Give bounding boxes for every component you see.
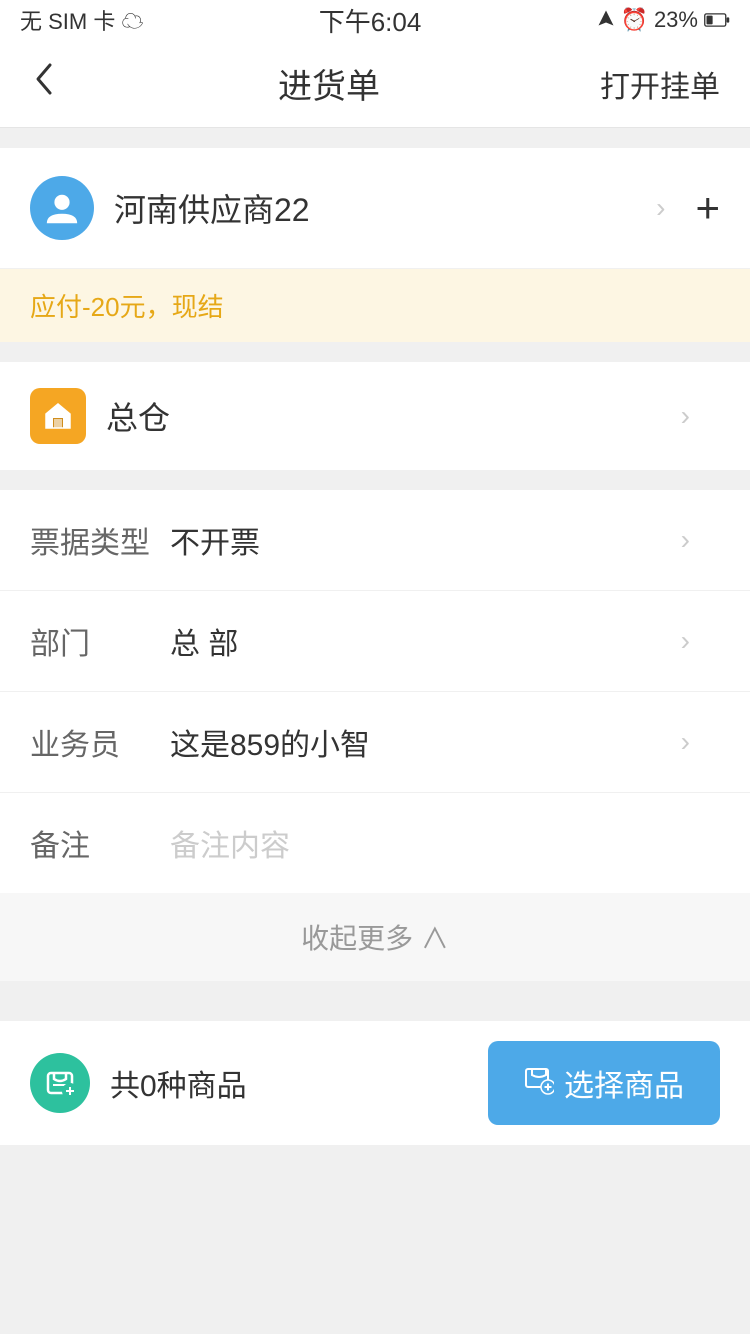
supplier-chevron-icon: ›	[656, 192, 665, 224]
sim-status: 无 SIM 卡 ☁	[20, 4, 143, 36]
status-bar: 无 SIM 卡 ☁ 下午6:04 ⏰ 23%	[0, 0, 750, 40]
battery-icon	[704, 7, 730, 33]
status-left: 无 SIM 卡 ☁	[20, 4, 143, 36]
department-chevron-icon: ›	[681, 625, 690, 657]
bottom-bar: 共0种商品 选择商品	[0, 1021, 750, 1145]
collapse-button[interactable]: 收起更多 ∧	[0, 893, 750, 981]
remark-row[interactable]: 备注 备注内容	[0, 792, 750, 893]
select-product-button[interactable]: 选择商品	[488, 1041, 720, 1125]
remark-input[interactable]: 备注内容	[170, 821, 720, 865]
alarm-icon: ⏰	[621, 7, 648, 33]
status-right: ⏰ 23%	[597, 7, 730, 33]
warehouse-section: 总仓 ›	[0, 362, 750, 470]
section-divider-2	[0, 470, 750, 490]
collapse-label: 收起更多 ∧	[301, 917, 449, 957]
warehouse-chevron-icon: ›	[681, 400, 690, 432]
supplier-row[interactable]: 河南供应商22 › +	[0, 148, 750, 269]
open-pending-button[interactable]: 打开挂单	[600, 62, 720, 106]
remark-label: 备注	[30, 821, 170, 865]
nav-bar: 进货单 打开挂单	[0, 40, 750, 128]
form-section: 票据类型 不开票 › 部门 总 部 › 业务员 这是859的小智 › 备注 备注…	[0, 490, 750, 893]
salesperson-label: 业务员	[30, 720, 170, 764]
warehouse-row[interactable]: 总仓 ›	[0, 362, 750, 470]
salesperson-chevron-icon: ›	[681, 726, 690, 758]
department-value: 总 部	[170, 619, 681, 663]
select-product-icon	[524, 1065, 554, 1102]
supplier-avatar	[30, 176, 94, 240]
supplier-section: 河南供应商22 › + 应付-20元，现结	[0, 148, 750, 342]
product-left: 共0种商品	[30, 1053, 247, 1113]
supplier-notice: 应付-20元，现结	[0, 269, 750, 342]
invoice-type-chevron-icon: ›	[681, 524, 690, 556]
department-row[interactable]: 部门 总 部 ›	[0, 590, 750, 691]
invoice-type-label: 票据类型	[30, 518, 170, 562]
department-label: 部门	[30, 619, 170, 663]
battery-icon	[597, 7, 615, 33]
select-product-label: 选择商品	[564, 1061, 684, 1105]
product-icon	[30, 1053, 90, 1113]
nav-title: 进货单	[278, 59, 380, 108]
invoice-type-value: 不开票	[170, 518, 681, 562]
warehouse-name: 总仓	[106, 393, 681, 439]
supplier-name: 河南供应商22	[114, 185, 656, 231]
top-divider	[0, 128, 750, 148]
section-divider-1	[0, 342, 750, 362]
warehouse-icon	[30, 388, 86, 444]
invoice-type-row[interactable]: 票据类型 不开票 ›	[0, 490, 750, 590]
battery-percent: 23%	[654, 7, 698, 33]
back-button[interactable]	[30, 57, 58, 110]
salesperson-row[interactable]: 业务员 这是859的小智 ›	[0, 691, 750, 792]
section-divider-3	[0, 981, 750, 1001]
add-supplier-button[interactable]: +	[695, 184, 720, 232]
product-count: 共0种商品	[110, 1061, 247, 1105]
salesperson-value: 这是859的小智	[170, 720, 681, 764]
status-time: 下午6:04	[319, 2, 422, 39]
